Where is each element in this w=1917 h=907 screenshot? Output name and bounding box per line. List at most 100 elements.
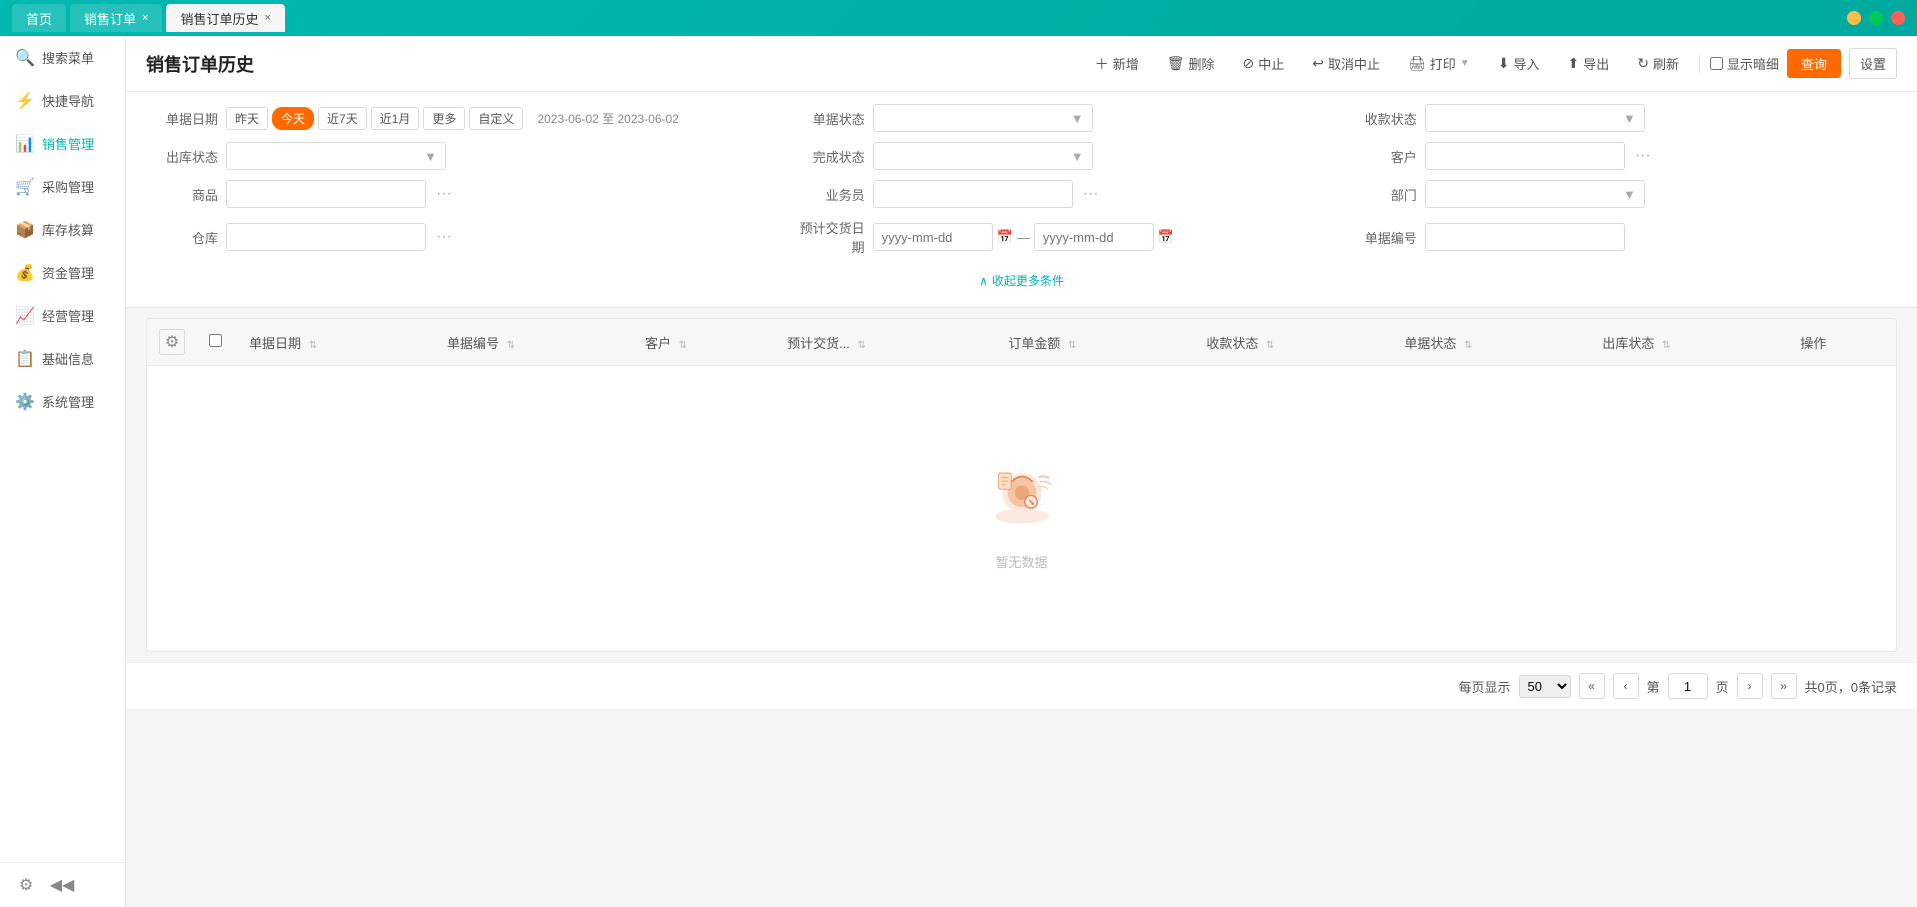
first-page-button[interactable]: « bbox=[1579, 673, 1605, 699]
sidebar-item-operation[interactable]: 📈 经营管理 bbox=[0, 294, 125, 337]
content-area: 销售订单历史 ＋ 新增 🗑 删除 ⊘ 中止 ↩ bbox=[126, 36, 1917, 907]
th-doc-status[interactable]: 单据状态 ⇅ bbox=[1392, 319, 1590, 366]
print-icon: 🖨 bbox=[1408, 55, 1426, 72]
import-button[interactable]: ⬇ 导入 bbox=[1488, 49, 1550, 78]
column-settings-icon[interactable]: ⚙ bbox=[159, 329, 185, 355]
customer-filter: ··· bbox=[1425, 142, 1897, 170]
collapse-sidebar-icon[interactable]: ◀◀ bbox=[52, 875, 72, 895]
inventory-icon: 📦 bbox=[16, 221, 34, 239]
table-scroll[interactable]: ⚙ 单据日期 ⇅ 单据编号 ⇅ bbox=[147, 319, 1896, 651]
order-status-arrow: ▼ bbox=[1071, 111, 1084, 126]
th-outbound-status[interactable]: 出库状态 ⇅ bbox=[1590, 319, 1788, 366]
date-btn-1month[interactable]: 近1月 bbox=[371, 107, 420, 130]
refresh-button[interactable]: ↻ 刷新 bbox=[1627, 49, 1689, 78]
date-btn-today[interactable]: 今天 bbox=[272, 107, 314, 130]
search-menu-icon: 🔍 bbox=[16, 49, 34, 67]
collapse-bar[interactable]: ∧ 收起更多条件 bbox=[146, 266, 1897, 295]
salesperson-input[interactable] bbox=[873, 180, 1073, 208]
date-btn-7days[interactable]: 近7天 bbox=[318, 107, 367, 130]
empty-state-illustration bbox=[977, 446, 1067, 536]
print-button[interactable]: 🖨 打印 ▼ bbox=[1398, 49, 1480, 78]
sidebar-label-operation: 经营管理 bbox=[42, 306, 94, 325]
show-columns-checkbox[interactable] bbox=[1710, 57, 1723, 70]
empty-text: 暂无数据 bbox=[995, 552, 1047, 571]
close-button[interactable] bbox=[1891, 11, 1905, 25]
completion-status-select[interactable]: ▼ bbox=[873, 142, 1093, 170]
cancel-stop-button[interactable]: ↩ 取消中止 bbox=[1302, 49, 1390, 78]
tab-sales-order-history-close[interactable]: × bbox=[264, 13, 270, 24]
goods-input[interactable] bbox=[226, 180, 426, 208]
page-label-before: 第 bbox=[1647, 677, 1660, 696]
payment-status-select[interactable]: ▼ bbox=[1425, 104, 1645, 132]
th-payment-status[interactable]: 收款状态 ⇅ bbox=[1194, 319, 1392, 366]
next-page-button[interactable]: › bbox=[1737, 673, 1763, 699]
order-no-input[interactable] bbox=[1425, 223, 1625, 251]
query-button[interactable]: 查询 bbox=[1787, 49, 1841, 78]
prev-page-button[interactable]: ‹ bbox=[1613, 673, 1639, 699]
date-btn-yesterday[interactable]: 昨天 bbox=[226, 107, 268, 130]
new-button[interactable]: ＋ 新增 bbox=[1085, 49, 1149, 79]
salesperson-dots[interactable]: ··· bbox=[1083, 185, 1099, 203]
sidebar-item-purchase-mgmt[interactable]: 🛒 采购管理 bbox=[0, 165, 125, 208]
sidebar-item-system[interactable]: ⚙️ 系统管理 bbox=[0, 380, 125, 423]
th-doc-status-sort: ⇅ bbox=[1464, 340, 1472, 351]
last-page-button[interactable]: » bbox=[1771, 673, 1797, 699]
th-expected-delivery[interactable]: 预计交货... ⇅ bbox=[775, 319, 996, 366]
current-page-input[interactable] bbox=[1668, 673, 1708, 699]
filter-row-2: 出库状态 ▼ 完成状态 ▼ 客户 ··· bbox=[146, 142, 1897, 170]
goods-label: 商品 bbox=[146, 185, 226, 204]
date-btn-custom[interactable]: 自定义 bbox=[469, 107, 523, 130]
date-btn-more[interactable]: 更多 bbox=[423, 107, 465, 130]
stop-button[interactable]: ⊘ 中止 bbox=[1233, 49, 1295, 78]
show-columns-label[interactable]: 显示暗细 bbox=[1710, 54, 1779, 73]
settings-button[interactable]: 设置 bbox=[1849, 48, 1897, 79]
th-operation-label: 操作 bbox=[1800, 336, 1826, 351]
customer-dots[interactable]: ··· bbox=[1635, 147, 1651, 165]
sidebar-item-basic-info[interactable]: 📋 基础信息 bbox=[0, 337, 125, 380]
minimize-button[interactable] bbox=[1847, 11, 1861, 25]
sidebar-item-finance[interactable]: 💰 资金管理 bbox=[0, 251, 125, 294]
th-customer[interactable]: 客户 ⇅ bbox=[633, 319, 775, 366]
tab-home[interactable]: 首页 bbox=[12, 4, 66, 32]
date-range-text: 2023-06-02 至 2023-06-02 bbox=[537, 110, 678, 127]
settings-bottom-icon[interactable]: ⚙ bbox=[16, 875, 36, 895]
data-table: ⚙ 单据日期 ⇅ 单据编号 ⇅ bbox=[147, 319, 1896, 651]
delivery-date-start[interactable] bbox=[873, 223, 993, 251]
th-expected-delivery-sort: ⇅ bbox=[858, 340, 866, 351]
sidebar-item-quick-nav[interactable]: ⚡ 快捷导航 bbox=[0, 79, 125, 122]
sidebar-label-inventory: 库存核算 bbox=[42, 220, 94, 239]
page-size-select[interactable]: 50 10 20 100 bbox=[1519, 675, 1571, 698]
tab-sales-order-close[interactable]: × bbox=[142, 13, 148, 24]
outbound-status-select[interactable]: ▼ bbox=[226, 142, 446, 170]
export-button[interactable]: ⬆ 导出 bbox=[1557, 49, 1619, 78]
th-order-amount[interactable]: 订单金额 ⇅ bbox=[996, 319, 1194, 366]
page-header: 销售订单历史 ＋ 新增 🗑 删除 ⊘ 中止 ↩ bbox=[126, 36, 1917, 92]
delivery-date-label: 预计交货日期 bbox=[793, 218, 873, 256]
warehouse-input[interactable] bbox=[226, 223, 426, 251]
goods-dots[interactable]: ··· bbox=[436, 185, 452, 203]
sidebar-item-sales-mgmt[interactable]: 📊 销售管理 bbox=[0, 122, 125, 165]
th-doc-no-label: 单据编号 bbox=[447, 336, 499, 351]
th-doc-date[interactable]: 单据日期 ⇅ bbox=[237, 319, 435, 366]
sidebar-item-search-menu[interactable]: 🔍 搜索菜单 bbox=[0, 36, 125, 79]
stop-icon: ⊘ bbox=[1243, 55, 1255, 72]
delete-button[interactable]: 🗑 删除 bbox=[1157, 49, 1225, 78]
select-all-checkbox[interactable] bbox=[209, 334, 222, 347]
sidebar-bottom: ⚙ ◀◀ bbox=[0, 862, 125, 907]
sidebar-item-inventory[interactable]: 📦 库存核算 bbox=[0, 208, 125, 251]
delivery-date-separator: 📅 bbox=[997, 229, 1013, 245]
warehouse-dots[interactable]: ··· bbox=[436, 228, 452, 246]
tab-sales-order[interactable]: 销售订单 × bbox=[70, 4, 162, 32]
maximize-button[interactable] bbox=[1869, 11, 1883, 25]
customer-input[interactable] bbox=[1425, 142, 1625, 170]
th-settings: ⚙ bbox=[147, 319, 197, 366]
tab-sales-order-history[interactable]: 销售订单历史 × bbox=[166, 4, 284, 32]
delivery-date-end[interactable] bbox=[1034, 223, 1154, 251]
outbound-status-filter: ▼ bbox=[226, 142, 793, 170]
date-label: 单据日期 bbox=[146, 109, 226, 128]
order-status-select[interactable]: ▼ bbox=[873, 104, 1093, 132]
department-select[interactable]: ▼ bbox=[1425, 180, 1645, 208]
first-page-icon: « bbox=[1588, 679, 1595, 693]
delivery-date-end-icon: 📅 bbox=[1158, 229, 1174, 245]
th-doc-no[interactable]: 单据编号 ⇅ bbox=[435, 319, 633, 366]
